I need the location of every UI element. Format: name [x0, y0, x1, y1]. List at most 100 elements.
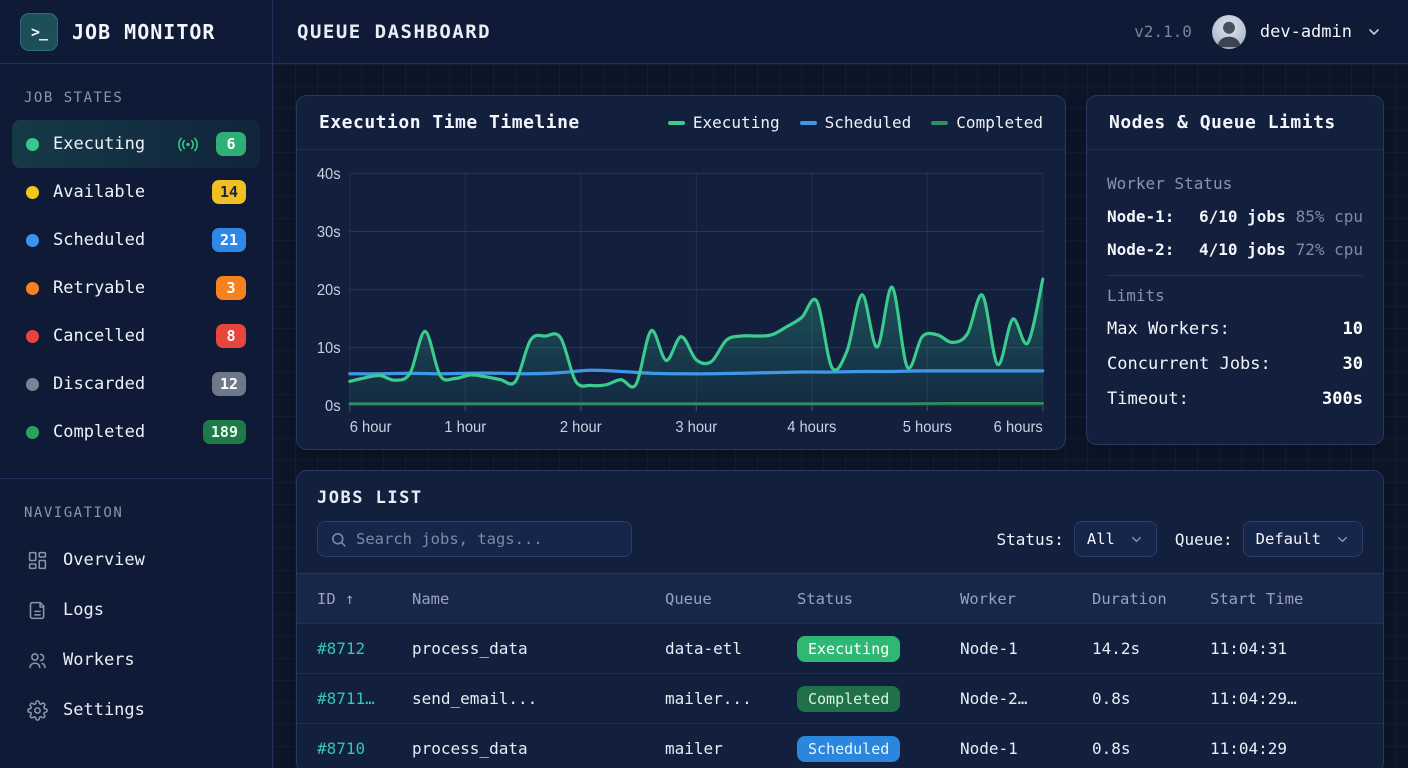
legend-item-scheduled[interactable]: Scheduled — [799, 113, 911, 132]
topbar-right: v2.1.0 dev-admin — [1134, 14, 1408, 49]
legend-dash — [931, 120, 949, 125]
job-worker: Node-1 — [960, 739, 1018, 758]
sidebar-item-retryable[interactable]: Retryable 3 — [12, 264, 260, 312]
user-menu[interactable]: dev-admin — [1260, 22, 1352, 42]
job-duration: 0.8s — [1092, 739, 1131, 758]
status-badge: Completed — [797, 685, 901, 712]
nav-label: Overview — [63, 550, 145, 570]
avatar[interactable] — [1211, 14, 1246, 49]
panel-divider — [1107, 275, 1363, 276]
job-start-time: 11:04:31 — [1210, 639, 1288, 658]
column-header-starttime[interactable]: Start Time — [1210, 590, 1383, 608]
svg-text:6 hour: 6 hour — [350, 418, 392, 436]
svg-text:1 hour: 1 hour — [444, 418, 486, 436]
worker-row: Node-2: 4/10 jobs 72% cpu — [1107, 240, 1363, 259]
filters: Status: All Queue: Default — [996, 521, 1363, 557]
sidebar: JOB STATES Executing 6 Available 14 Schedule… — [0, 64, 273, 768]
sidebar-item-cancelled[interactable]: Cancelled 8 — [12, 312, 260, 360]
sidebar-item-discarded[interactable]: Discarded 12 — [12, 360, 260, 408]
state-count-badge: 14 — [211, 180, 246, 204]
sidebar-item-completed[interactable]: Completed 189 — [12, 408, 260, 456]
nodes-card-title: Nodes & Queue Limits — [1109, 112, 1336, 133]
column-header-id[interactable]: ID ↑ — [297, 590, 412, 608]
job-id-link[interactable]: #8711… — [297, 689, 412, 708]
limit-row: Timeout: 300s — [1107, 389, 1363, 409]
limit-label: Timeout: — [1107, 389, 1189, 409]
limit-row: Max Workers: 10 — [1107, 319, 1363, 339]
status-filter-select[interactable]: All — [1073, 521, 1157, 557]
state-dot — [26, 425, 39, 439]
legend-item-completed[interactable]: Completed — [931, 113, 1043, 132]
table-row[interactable]: #8710 process_data mailer Scheduled Node-1 0.… — [297, 723, 1383, 768]
state-dot — [26, 377, 39, 391]
workers-list: Node-1: 6/10 jobs 85% cpu Node-2: 4/10 jobs 7… — [1107, 207, 1363, 259]
worker-cpu: 72% cpu — [1295, 240, 1363, 259]
svg-text:20s: 20s — [317, 282, 341, 300]
legend-dash — [799, 120, 817, 125]
legend-label: Executing — [692, 113, 780, 132]
svg-text:2 hour: 2 hour — [560, 418, 602, 436]
nav-label: Logs — [63, 600, 104, 620]
svg-text:40s: 40s — [317, 165, 341, 183]
sidebar-item-logs[interactable]: Logs — [0, 585, 272, 635]
worker-status-heading: Worker Status — [1107, 174, 1233, 193]
table-row[interactable]: #8712 process_data data-etl Executing Node-1… — [297, 623, 1383, 673]
state-count-badge: 8 — [216, 324, 246, 348]
job-worker: Node-2… — [960, 689, 1028, 708]
state-label: Executing — [53, 134, 146, 154]
job-name: process_data — [412, 639, 528, 658]
worker-cpu: 85% cpu — [1295, 207, 1363, 226]
job-id-link[interactable]: #8710 — [297, 739, 412, 758]
execution-time-card: Execution Time Timeline Executing Schedul… — [296, 95, 1066, 450]
job-queue: data-etl — [665, 639, 743, 658]
limits-heading: Limits — [1107, 286, 1165, 305]
sidebar-item-settings[interactable]: Settings — [0, 685, 272, 735]
navigation-heading: NAVIGATION — [24, 505, 124, 521]
live-signal-icon — [176, 137, 200, 152]
job-start-time: 11:04:29 — [1210, 739, 1288, 758]
state-label: Available — [53, 182, 146, 202]
svg-text:30s: 30s — [317, 223, 341, 241]
job-queue: mailer... — [665, 689, 752, 708]
column-header-name[interactable]: Name — [412, 590, 665, 608]
sidebar-item-available[interactable]: Available 14 — [12, 168, 260, 216]
status-filter-value: All — [1086, 530, 1115, 548]
sidebar-item-executing[interactable]: Executing 6 — [12, 120, 260, 168]
jobs-table: ID ↑ Name Queue Status Worker Duration Start T… — [297, 573, 1383, 768]
timeline-chart: 0s 10s 20s 30s 40s 6 hour 1 hour 2 hour 3 hour 4 … — [297, 150, 1065, 449]
sidebar-divider — [0, 478, 272, 479]
table-row[interactable]: #8711… send_email... mailer... Completed Nod… — [297, 673, 1383, 723]
state-count-badge: 12 — [211, 372, 246, 396]
job-start-time: 11:04:29… — [1210, 689, 1297, 708]
worker-name: Node-2: — [1107, 240, 1175, 259]
job-duration: 14.2s — [1092, 639, 1141, 658]
column-header-duration[interactable]: Duration — [1092, 590, 1210, 608]
search-input[interactable] — [356, 530, 619, 548]
sidebar-item-workers[interactable]: Workers — [0, 635, 272, 685]
status-badge: Executing — [797, 635, 901, 662]
job-id-link[interactable]: #8712 — [297, 639, 412, 658]
limit-row: Concurrent Jobs: 30 — [1107, 354, 1363, 374]
state-dot — [26, 329, 39, 343]
state-dot — [26, 233, 39, 247]
sidebar-item-scheduled[interactable]: Scheduled 21 — [12, 216, 260, 264]
app-title: JOB MONITOR — [72, 19, 216, 44]
terminal-icon: >_ — [20, 12, 58, 51]
column-header-worker[interactable]: Worker — [960, 590, 1092, 608]
state-dot — [26, 281, 39, 295]
svg-text:0s: 0s — [325, 398, 341, 416]
column-header-status[interactable]: Status — [797, 590, 960, 608]
sidebar-item-overview[interactable]: Overview — [0, 535, 272, 585]
version-label: v2.1.0 — [1134, 22, 1192, 41]
chevron-down-icon[interactable] — [1366, 24, 1382, 40]
status-filter-label: Status: — [996, 529, 1064, 549]
dashboard-icon — [28, 551, 46, 569]
worker-jobs: 6/10 jobs — [1199, 207, 1286, 226]
state-label: Cancelled — [53, 326, 146, 346]
queue-filter-select[interactable]: Default — [1242, 521, 1363, 557]
column-header-queue[interactable]: Queue — [665, 590, 797, 608]
topbar: >_ JOB MONITOR QUEUE DASHBOARD v2.1.0 de… — [0, 0, 1408, 64]
state-count-badge: 21 — [211, 228, 246, 252]
legend-item-executing[interactable]: Executing — [667, 113, 780, 132]
main-content: Execution Time Timeline Executing Schedul… — [273, 64, 1408, 768]
